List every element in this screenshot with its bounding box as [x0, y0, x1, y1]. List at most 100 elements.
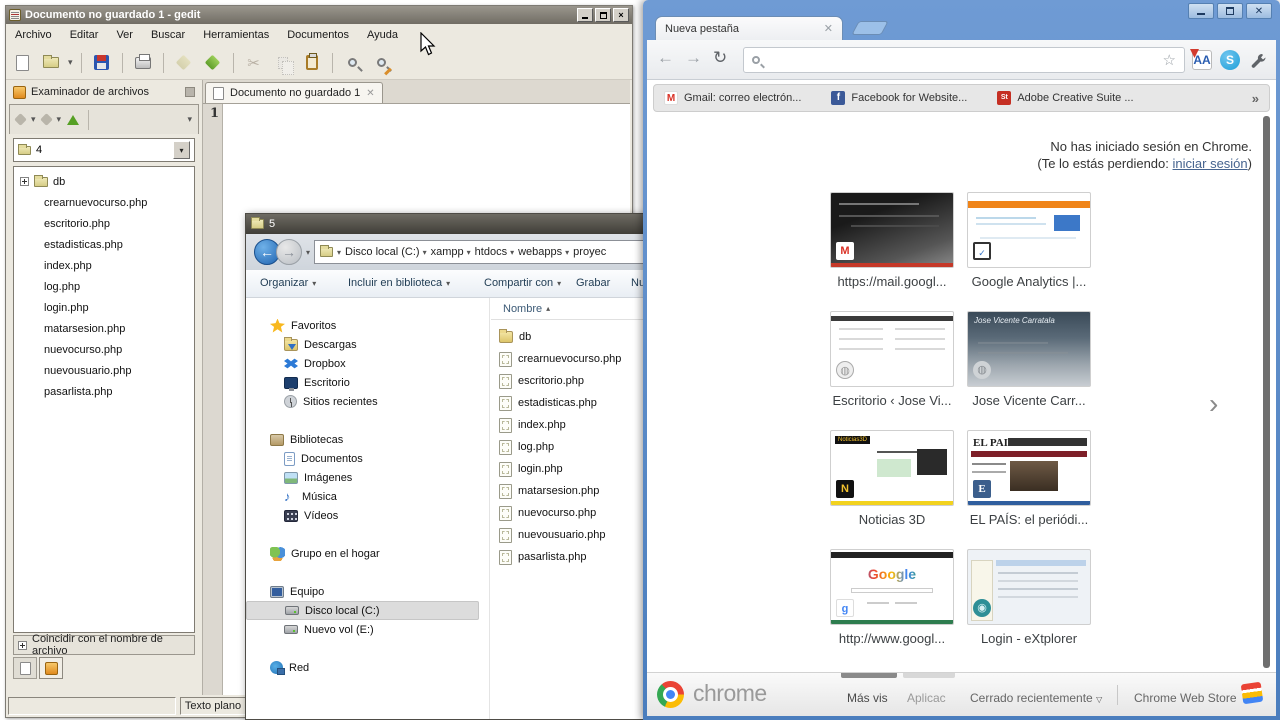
new-document-button[interactable] [10, 51, 34, 75]
scrollbar[interactable] [1263, 116, 1270, 668]
compartir-con-button[interactable]: Compartir con ▾ [484, 277, 561, 289]
tile-elpais[interactable]: EL PAIS E EL PAÍS: el periódi... [967, 430, 1091, 527]
panel-menu-dropdown[interactable]: ▾ [187, 114, 192, 125]
menu-ayuda[interactable]: Ayuda [358, 26, 407, 44]
minimize-button[interactable] [577, 8, 593, 22]
iniciar-sesion-link[interactable]: iniciar sesión [1173, 156, 1248, 171]
translate-extension-icon[interactable]: AA [1192, 50, 1212, 70]
sidebar-item-nuevo-vol[interactable]: Nuevo vol (E:) [246, 620, 489, 639]
history-dropdown[interactable]: ▾ [306, 248, 310, 257]
tree-item[interactable]: log.php [14, 276, 194, 297]
tab-close-icon[interactable]: ✕ [824, 22, 833, 35]
file-row[interactable]: login.php [491, 458, 662, 480]
tile-extplorer[interactable]: ◉ Login - eXtplorer [967, 549, 1091, 646]
sidebar-item-videos[interactable]: Vídeos [246, 506, 489, 525]
file-row-db[interactable]: db [491, 326, 662, 348]
tile-noticias3d[interactable]: Noticias3D N Noticias 3D [830, 430, 954, 527]
apps-tab[interactable]: Aplicac [903, 673, 955, 705]
sidebar-item-documentos[interactable]: Documentos [246, 449, 489, 468]
cut-button[interactable]: ✂ [242, 51, 266, 75]
bookmark-facebook[interactable]: f Facebook for Website... [831, 91, 967, 105]
sidebar-item-bibliotecas[interactable]: Bibliotecas [246, 430, 489, 449]
back-dropdown[interactable]: ▾ [31, 114, 36, 125]
save-button[interactable] [90, 51, 114, 75]
tree-item[interactable]: escritorio.php [14, 213, 194, 234]
redo-button[interactable] [201, 51, 225, 75]
menu-documentos[interactable]: Documentos [278, 26, 358, 44]
location-combo[interactable]: 4 ▾ [13, 138, 195, 162]
most-visited-tab[interactable]: Más vis [841, 673, 897, 705]
column-header-nombre[interactable]: Nombre ▴ [491, 298, 662, 320]
search-replace-button[interactable] [370, 51, 394, 75]
maximize-button[interactable] [595, 8, 611, 22]
sidebar-item-disco-local[interactable]: Disco local (C:) [246, 601, 479, 620]
tile-jose-vicente[interactable]: Jose Vicente Carratala ◍ Jose Vicente Ca… [967, 311, 1091, 408]
sidebar-item-imagenes[interactable]: Imágenes [246, 468, 489, 487]
combo-dropdown-button[interactable]: ▾ [173, 141, 190, 159]
sidebar-item-dropbox[interactable]: Dropbox [246, 354, 489, 373]
tree-item[interactable]: nuevocurso.php [14, 339, 194, 360]
next-page-chevron[interactable]: › [1209, 388, 1218, 420]
tile-gmail[interactable]: M https://mail.googl... [830, 192, 954, 289]
tile-escritorio-wordpress[interactable]: ◍ Escritorio ‹ Jose Vi... [830, 311, 954, 408]
sidebar-item-descargas[interactable]: Descargas [246, 335, 489, 354]
forward-dropdown[interactable]: ▾ [57, 114, 62, 125]
chrome-web-store-link[interactable]: Chrome Web Store [1134, 691, 1237, 705]
tree-item[interactable]: nuevousuario.php [14, 360, 194, 381]
open-button[interactable] [39, 51, 63, 75]
explorer-titlebar[interactable]: 5 [246, 214, 662, 234]
tab-close-icon[interactable]: ✕ [366, 88, 374, 99]
tile-google[interactable]: Google g http://www.googl... [830, 549, 954, 646]
copy-button[interactable] [271, 51, 295, 75]
breadcrumb-proyecto[interactable]: proyec [573, 246, 606, 258]
open-dropdown[interactable]: ▾ [68, 57, 73, 68]
expand-icon[interactable] [20, 177, 29, 186]
breadcrumb-disco-local[interactable]: Disco local (C:) ▾ [345, 246, 427, 258]
recently-closed-menu[interactable]: Cerrado recientemente ▽ [970, 691, 1102, 705]
omnibox[interactable]: ☆ [743, 47, 1185, 73]
menu-archivo[interactable]: Archivo [6, 26, 61, 44]
file-row[interactable]: estadisticas.php [491, 392, 662, 414]
up-icon[interactable] [67, 114, 80, 125]
tree-item[interactable]: index.php [14, 255, 194, 276]
sidebar-item-red[interactable]: Red [246, 658, 489, 677]
bookmarks-overflow-chevron[interactable]: » [1252, 91, 1259, 106]
sidebar-item-sitios-recientes[interactable]: Sitios recientes [246, 392, 489, 411]
file-row[interactable]: matarsesion.php [491, 480, 662, 502]
gedit-titlebar[interactable]: Documento no guardado 1 - gedit × [6, 6, 632, 24]
file-row[interactable]: crearnuevocurso.php [491, 348, 662, 370]
wrench-icon[interactable] [1249, 52, 1267, 70]
match-filename-expander[interactable]: Coincidir con el nombre de archivo [13, 633, 195, 657]
reload-button[interactable]: ↻ [713, 48, 727, 68]
forward-button[interactable]: → [685, 48, 702, 68]
menu-editar[interactable]: Editar [61, 26, 108, 44]
documents-panel-tab[interactable] [13, 657, 37, 679]
file-row[interactable]: log.php [491, 436, 662, 458]
close-button[interactable]: ✕ [1246, 3, 1272, 19]
file-row[interactable]: index.php [491, 414, 662, 436]
grabar-button[interactable]: Grabar [576, 277, 610, 289]
file-row[interactable]: nuevousuario.php [491, 524, 662, 546]
forward-icon[interactable] [39, 113, 53, 126]
tree-item[interactable]: matarsesion.php [14, 318, 194, 339]
breadcrumb-htdocs[interactable]: htdocs ▾ [475, 246, 514, 258]
menu-ver[interactable]: Ver [107, 26, 142, 44]
print-button[interactable] [131, 51, 155, 75]
file-row[interactable]: pasarlista.php [491, 546, 662, 568]
maximize-button[interactable] [1217, 3, 1243, 19]
new-tab-button[interactable] [851, 21, 889, 35]
tree-item-db[interactable]: db [14, 171, 194, 192]
sidebar-item-musica[interactable]: ♪ Música [246, 487, 489, 506]
organizar-button[interactable]: Organizar ▾ [260, 277, 316, 289]
back-button[interactable]: ← [657, 48, 674, 68]
close-button[interactable]: × [613, 8, 629, 22]
sidebar-item-grupo-hogar[interactable]: Grupo en el hogar [246, 544, 489, 563]
browser-tab[interactable]: Nueva pestaña ✕ [655, 16, 843, 40]
bookmark-gmail[interactable]: M Gmail: correo electrón... [664, 91, 801, 105]
tile-google-analytics[interactable]: ✓ Google Analytics |... [967, 192, 1091, 289]
search-button[interactable] [341, 51, 365, 75]
document-tab[interactable]: Documento no guardado 1 ✕ [205, 82, 383, 103]
breadcrumb-webapps[interactable]: webapps ▾ [518, 246, 569, 258]
menu-buscar[interactable]: Buscar [142, 26, 194, 44]
file-row[interactable]: nuevocurso.php [491, 502, 662, 524]
